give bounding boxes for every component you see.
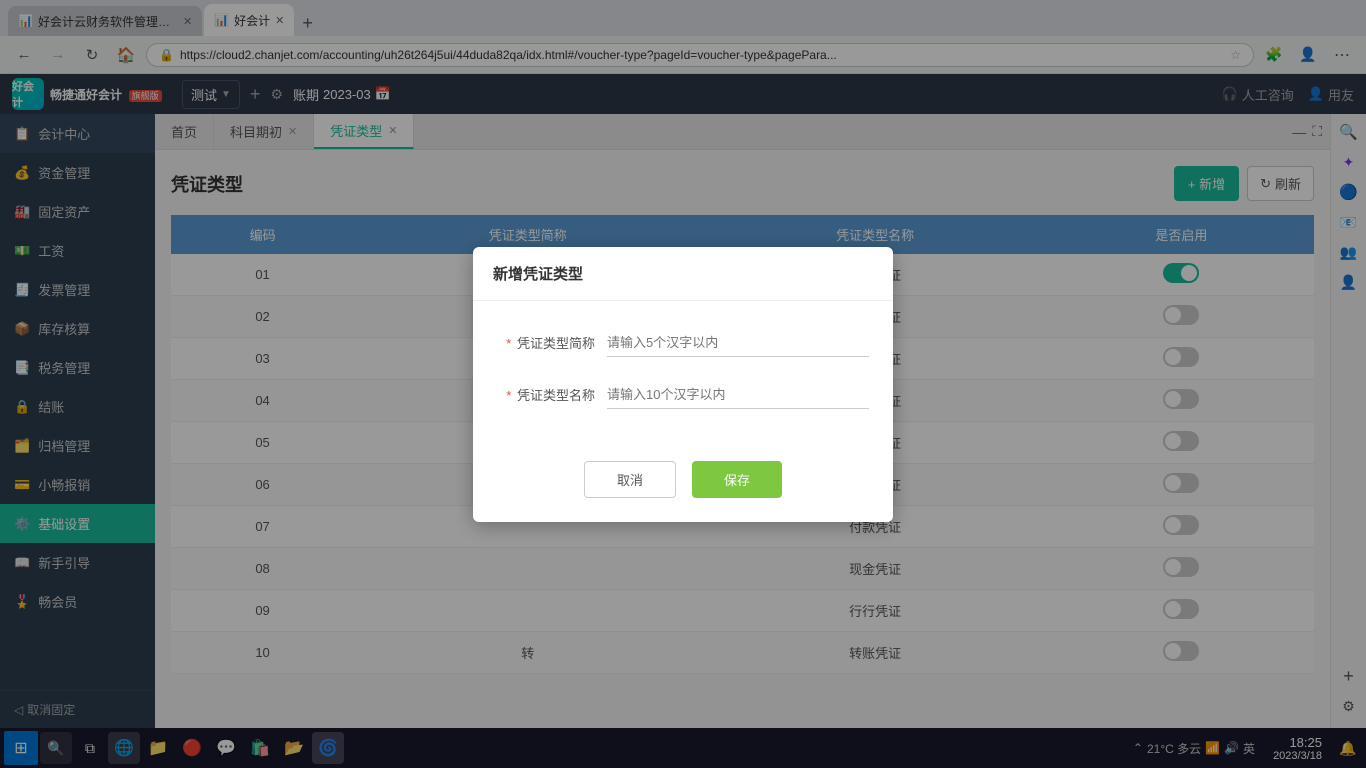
full-name-input[interactable] — [607, 381, 869, 409]
modal-body: * 凭证类型简称 * 凭证类型名称 — [473, 301, 893, 453]
form-row-short-name: * 凭证类型简称 — [497, 329, 869, 357]
short-name-input[interactable] — [607, 329, 869, 357]
short-name-label: * 凭证类型简称 — [497, 333, 607, 352]
modal-dialog: 新增凭证类型 * 凭证类型简称 * 凭证类型名称 取消 保存 — [473, 247, 893, 522]
modal-title: 新增凭证类型 — [493, 263, 583, 284]
form-row-full-name: * 凭证类型名称 — [497, 381, 869, 409]
full-name-label: * 凭证类型名称 — [497, 385, 607, 404]
modal-overlay: 新增凭证类型 * 凭证类型简称 * 凭证类型名称 取消 保存 — [0, 0, 1366, 768]
modal-header: 新增凭证类型 — [473, 247, 893, 301]
required-star-2: * — [506, 388, 511, 403]
cancel-button[interactable]: 取消 — [584, 461, 676, 498]
required-star-1: * — [506, 336, 511, 351]
save-button[interactable]: 保存 — [692, 461, 782, 498]
modal-footer: 取消 保存 — [473, 453, 893, 522]
